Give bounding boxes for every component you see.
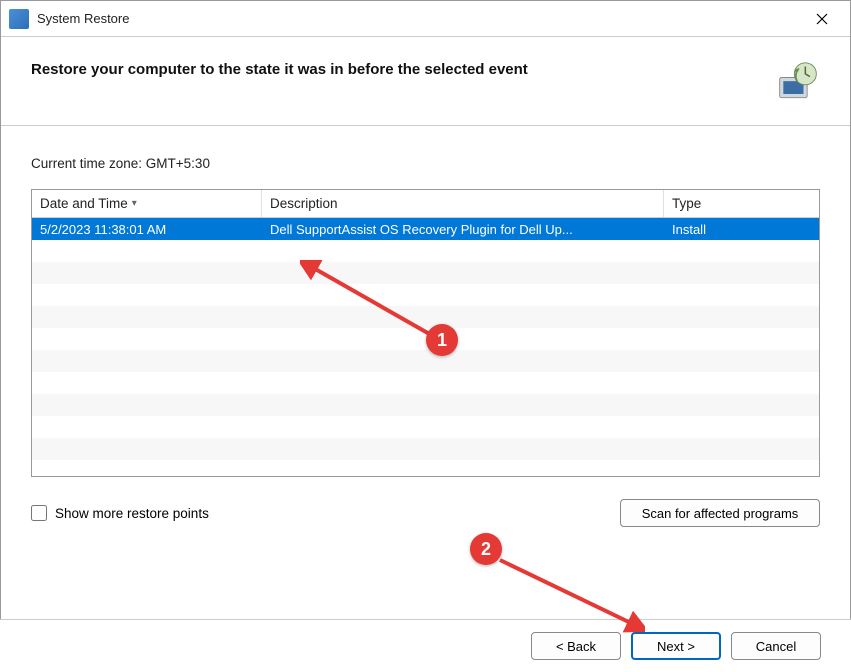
col-header-type[interactable]: Type [664, 190, 819, 217]
show-more-label: Show more restore points [55, 506, 209, 521]
system-restore-icon [776, 61, 820, 105]
timezone-label: Current time zone: GMT+5:30 [31, 156, 820, 171]
app-icon [9, 9, 29, 29]
sort-chevron-icon: ▾ [132, 198, 137, 209]
restore-points-table: Date and Time ▾ Description Type 5/2/202… [31, 189, 820, 477]
cancel-button[interactable]: Cancel [731, 632, 821, 660]
col-header-type-label: Type [672, 196, 701, 211]
cell-type: Install [664, 222, 819, 237]
next-button[interactable]: Next > [631, 632, 721, 660]
table-row[interactable]: 5/2/2023 11:38:01 AM Dell SupportAssist … [32, 218, 819, 240]
cell-datetime: 5/2/2023 11:38:01 AM [32, 222, 262, 237]
annotation-marker-2: 2 [470, 533, 502, 565]
page-heading: Restore your computer to the state it wa… [31, 61, 764, 78]
cell-description: Dell SupportAssist OS Recovery Plugin fo… [262, 222, 664, 237]
show-more-checkbox-input[interactable] [31, 505, 47, 521]
col-header-datetime[interactable]: Date and Time ▾ [32, 190, 262, 217]
show-more-checkbox[interactable]: Show more restore points [31, 505, 209, 521]
close-button[interactable] [802, 1, 842, 36]
col-header-datetime-label: Date and Time [40, 196, 128, 211]
close-icon [816, 13, 828, 25]
col-header-description-label: Description [270, 196, 338, 211]
window-title: System Restore [37, 11, 802, 26]
scan-affected-button[interactable]: Scan for affected programs [620, 499, 820, 527]
col-header-description[interactable]: Description [262, 190, 664, 217]
back-button[interactable]: < Back [531, 632, 621, 660]
annotation-marker-1: 1 [426, 324, 458, 356]
